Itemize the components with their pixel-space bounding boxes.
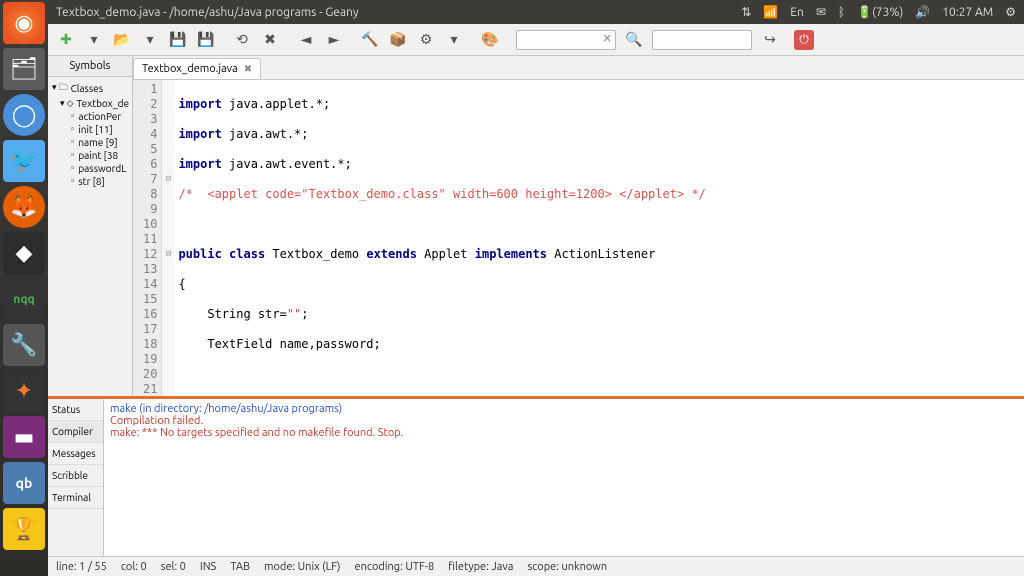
mail-icon[interactable]: ✉ xyxy=(816,5,826,19)
tree-class[interactable]: ▾ ◇Textbox_de xyxy=(50,97,130,110)
status-ins: INS xyxy=(200,561,216,573)
wifi-icon[interactable]: 📶 xyxy=(763,5,778,19)
workspace: Symbols ▾ 🗀Classes ▾ ◇Textbox_de ◦action… xyxy=(48,56,1024,396)
terminal-tab[interactable]: Terminal xyxy=(48,487,103,509)
status-encoding: encoding: UTF-8 xyxy=(355,561,435,573)
qbittorrent-icon[interactable]: qb xyxy=(3,462,45,504)
geany-icon[interactable]: 🔧 xyxy=(3,324,45,366)
message-tabs: Status Compiler Messages Scribble Termin… xyxy=(48,399,104,556)
network-icon[interactable]: ⇅ xyxy=(741,5,751,19)
status-tab[interactable]: Status xyxy=(48,399,103,421)
top-panel: Textbox_demo.java - /home/ashu/Java prog… xyxy=(48,0,1024,24)
goto-button[interactable]: ↪ xyxy=(758,28,782,52)
notepadqq-icon[interactable]: nqq xyxy=(3,278,45,320)
editor-area: Textbox_demo.java ✖ 12345678910111213141… xyxy=(133,56,1024,396)
app-icon[interactable]: ▬ xyxy=(3,416,45,458)
twitter-icon[interactable]: 🐦 xyxy=(3,140,45,182)
execute-button[interactable]: ⚙ xyxy=(414,28,438,52)
blender-icon[interactable]: ✦ xyxy=(3,370,45,412)
line-gutter: 1234567891011121314151617181920212223242… xyxy=(133,80,162,396)
battery-indicator[interactable]: 🔋 (73%) xyxy=(857,5,903,19)
files-icon[interactable]: 🗂 xyxy=(3,48,45,90)
file-tabs: Textbox_demo.java ✖ xyxy=(133,56,1024,80)
compile-button[interactable]: 🔨 xyxy=(358,28,382,52)
tree-item[interactable]: ◦str [8] xyxy=(50,175,130,188)
trophy-icon[interactable]: 🏆 xyxy=(3,508,45,550)
tree-item[interactable]: ◦init [11] xyxy=(50,123,130,136)
tree-item[interactable]: ◦actionPer xyxy=(50,110,130,123)
goto-input[interactable] xyxy=(652,30,752,50)
status-scope: scope: unknown xyxy=(527,561,607,573)
search-button[interactable]: 🔍 xyxy=(622,28,646,52)
search-input[interactable]: 🗙 xyxy=(516,30,616,50)
firefox-icon[interactable]: 🦊 xyxy=(3,186,45,228)
tree-item[interactable]: ◦paint [38 xyxy=(50,149,130,162)
save-all-button[interactable]: 💾 xyxy=(194,28,218,52)
open-dropdown[interactable]: ▾ xyxy=(138,28,162,52)
back-button[interactable]: ◄ xyxy=(294,28,318,52)
main-window: Textbox_demo.java - /home/ashu/Java prog… xyxy=(48,0,1024,576)
code-editor[interactable]: 1234567891011121314151617181920212223242… xyxy=(133,80,1024,396)
forward-button[interactable]: ► xyxy=(322,28,346,52)
new-dropdown[interactable]: ▾ xyxy=(82,28,106,52)
session-icon[interactable]: ⚙ xyxy=(1005,5,1016,19)
msg-line: Compilation failed. xyxy=(110,415,1018,427)
execute-dropdown[interactable]: ▾ xyxy=(442,28,466,52)
close-icon[interactable]: ✖ xyxy=(244,63,252,75)
tree-item[interactable]: ◦name [9] xyxy=(50,136,130,149)
symbols-tree[interactable]: ▾ 🗀Classes ▾ ◇Textbox_de ◦actionPer ◦ini… xyxy=(48,77,132,396)
compiler-output[interactable]: make (in directory: /home/ashu/Java prog… xyxy=(104,399,1024,556)
keyboard-indicator[interactable]: En xyxy=(790,6,804,19)
status-sel: sel: 0 xyxy=(161,561,186,573)
message-panel: Status Compiler Messages Scribble Termin… xyxy=(48,396,1024,556)
status-col: col: 0 xyxy=(121,561,147,573)
unity-launcher: ◉ 🗂 ◯ 🐦 🦊 ◆ nqq 🔧 ✦ ▬ qb 🏆 xyxy=(0,0,48,576)
compiler-tab[interactable]: Compiler xyxy=(48,421,103,443)
fold-column[interactable]: ⊟ ⊟ xyxy=(162,80,174,396)
symbols-tab[interactable]: Symbols xyxy=(48,56,132,77)
new-file-button[interactable]: ✚ xyxy=(54,28,78,52)
color-chooser-button[interactable]: 🎨 xyxy=(478,28,502,52)
window-title: Textbox_demo.java - /home/ashu/Java prog… xyxy=(56,6,359,19)
msg-line: make (in directory: /home/ashu/Java prog… xyxy=(110,403,1018,415)
clock[interactable]: 10:27 AM xyxy=(942,6,993,19)
toolbar: ✚ ▾ 📂 ▾ 💾 💾 ⟲ ✖ ◄ ► 🔨 📦 ⚙ ▾ 🎨 🗙 🔍 ↪ ⏻ xyxy=(48,24,1024,56)
quit-button[interactable]: ⏻ xyxy=(794,30,814,50)
tree-root[interactable]: ▾ 🗀Classes xyxy=(50,79,130,97)
messages-tab[interactable]: Messages xyxy=(48,443,103,465)
statusbar: line: 1 / 55 col: 0 sel: 0 INS TAB mode:… xyxy=(48,556,1024,576)
build-button[interactable]: 📦 xyxy=(386,28,410,52)
reload-button[interactable]: ⟲ xyxy=(230,28,254,52)
close-button[interactable]: ✖ xyxy=(258,28,282,52)
volume-icon[interactable]: 🔊 xyxy=(915,5,930,19)
save-button[interactable]: 💾 xyxy=(166,28,190,52)
open-button[interactable]: 📂 xyxy=(110,28,134,52)
chromium-icon[interactable]: ◯ xyxy=(3,94,45,136)
file-tab-label: Textbox_demo.java xyxy=(142,63,238,75)
tree-item[interactable]: ◦passwordL xyxy=(50,162,130,175)
msg-line: make: *** No targets specified and no ma… xyxy=(110,427,1018,439)
status-line: line: 1 / 55 xyxy=(56,561,107,573)
inkscape-icon[interactable]: ◆ xyxy=(3,232,45,274)
status-tab: TAB xyxy=(230,561,250,573)
bluetooth-icon[interactable]: ᛒ xyxy=(838,6,845,19)
code-content[interactable]: import java.applet.*; import java.awt.*;… xyxy=(174,80,1024,396)
dash-icon[interactable]: ◉ xyxy=(3,2,45,44)
sidebar: Symbols ▾ 🗀Classes ▾ ◇Textbox_de ◦action… xyxy=(48,56,133,396)
status-mode: mode: Unix (LF) xyxy=(264,561,341,573)
status-filetype: filetype: Java xyxy=(448,561,513,573)
scribble-tab[interactable]: Scribble xyxy=(48,465,103,487)
file-tab[interactable]: Textbox_demo.java ✖ xyxy=(133,58,261,79)
